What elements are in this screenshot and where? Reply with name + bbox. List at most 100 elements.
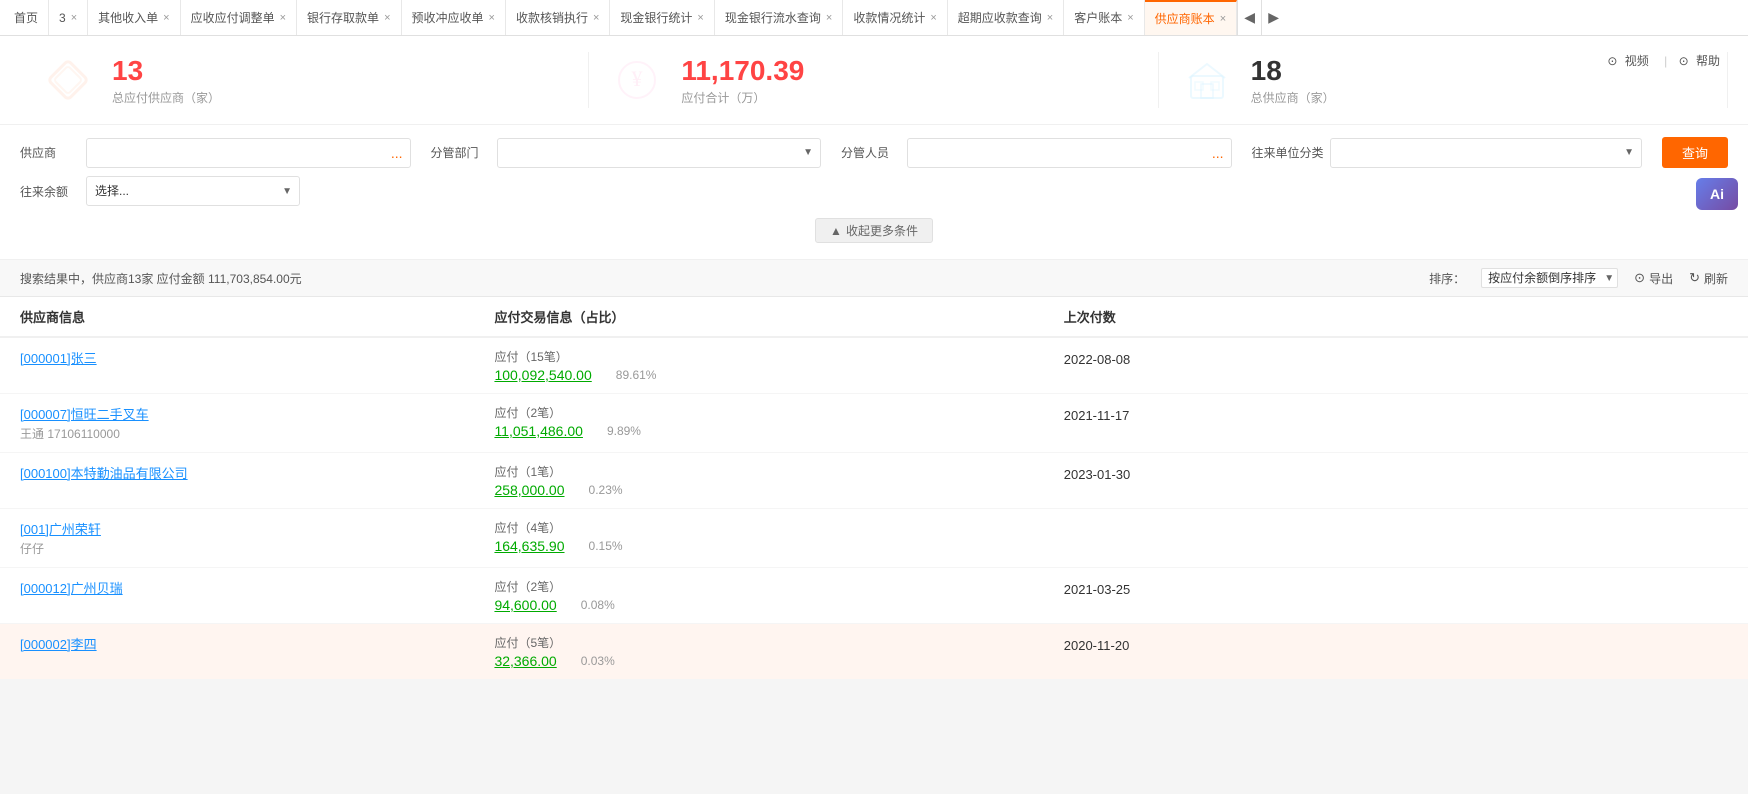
row-2-contact: 王通 17106110000 <box>20 425 494 442</box>
nav-right-arrow[interactable]: ▶ <box>1261 0 1285 36</box>
nav-tab-bank-deposit-close[interactable]: × <box>384 12 390 24</box>
nav-tab-3[interactable]: 3 × <box>49 0 88 36</box>
nav-tab-other-income[interactable]: 其他收入单 × <box>88 0 180 36</box>
row-5-transaction-info: 应付（2笔） 94,600.00 0.08% <box>494 578 1063 613</box>
nav-tab-prepay-offset-label: 预收冲应收单 <box>412 9 484 26</box>
row-1-last-payment: 2022-08-08 <box>1064 348 1444 367</box>
row-2-transaction-info: 应付（2笔） 11,051,486.00 9.89% <box>494 404 1063 439</box>
nav-tab-customer-ledger-close[interactable]: × <box>1127 12 1133 24</box>
row-1-trans-amount[interactable]: 100,092,540.00 <box>494 367 591 383</box>
nav-tab-ar-ap-adj[interactable]: 应收应付调整单 × <box>181 0 297 36</box>
summary-card-payable-suppliers: 13 总应付供应商（家） <box>20 52 589 108</box>
person-dots-btn[interactable]: ... <box>1212 145 1224 161</box>
dept-filter-label: 分管部门 <box>431 144 491 161</box>
nav-tab-cash-bank-stat[interactable]: 现金银行统计 × <box>610 0 714 36</box>
nav-tab-payment-exec-label: 收款核销执行 <box>516 9 588 26</box>
nav-tab-recv-stat-close[interactable]: × <box>930 12 936 24</box>
row-1-transaction-info: 应付（15笔） 100,092,540.00 89.61% <box>494 348 1063 383</box>
nav-tab-payment-exec-close[interactable]: × <box>593 12 599 24</box>
row-1-supplier-link[interactable]: [000001]张三 <box>20 351 97 366</box>
payable-total-info: 11,170.39 应付合计（万） <box>681 54 804 107</box>
row-3-trans-amount[interactable]: 258,000.00 <box>494 482 564 498</box>
refresh-label: 刷新 <box>1704 270 1728 287</box>
help-links: ⊙ 视频 | ⊙ 帮助 <box>1603 52 1728 69</box>
nav-tab-payment-exec[interactable]: 收款核销执行 × <box>506 0 610 36</box>
row-6-trans-label: 应付（5笔） <box>494 634 1063 651</box>
collapse-bar: ▲ 收起更多条件 <box>20 214 1728 247</box>
row-6-trans-amount[interactable]: 32,366.00 <box>494 653 556 669</box>
collapse-button[interactable]: ▲ 收起更多条件 <box>815 218 933 243</box>
nav-tab-3-close[interactable]: × <box>71 12 77 24</box>
nav-tab-customer-ledger[interactable]: 客户账本 × <box>1064 0 1144 36</box>
supplier-dots-btn[interactable]: ... <box>391 145 403 161</box>
filter-row-2: 往来余额 选择... ▼ <box>20 176 1728 206</box>
nav-tab-prepay-offset[interactable]: 预收冲应收单 × <box>402 0 506 36</box>
summary-bar: 13 总应付供应商（家） ¥ 11,170.39 应付合计（万） <box>0 36 1748 125</box>
nav-tab-overdue-query-close[interactable]: × <box>1047 12 1053 24</box>
row-4-supplier-link[interactable]: [001]广州荣轩 <box>20 522 101 537</box>
row-3-supplier-link[interactable]: [000100]本特勤油品有限公司 <box>20 466 188 481</box>
query-button[interactable]: 查询 <box>1662 137 1728 168</box>
row-1-trans-percent: 89.61% <box>616 368 657 382</box>
refresh-button[interactable]: ↻ 刷新 <box>1689 270 1728 287</box>
export-icon: ⊙ <box>1634 270 1645 286</box>
nav-tab-recv-stat[interactable]: 收款情况统计 × <box>843 0 947 36</box>
filter-supplier: 供应商 ... <box>20 138 411 168</box>
collapse-label: 收起更多条件 <box>846 222 918 239</box>
row-2-trans-amount[interactable]: 11,051,486.00 <box>494 423 583 439</box>
row-6-transaction-info: 应付（5笔） 32,366.00 0.03% <box>494 634 1063 669</box>
row-6-supplier-link[interactable]: [000002]李四 <box>20 637 97 652</box>
row-5-supplier-info: [000012]广州贝瑞 <box>20 578 494 597</box>
help-link[interactable]: ⊙ 帮助 <box>1679 54 1724 68</box>
video-link[interactable]: ⊙ 视频 <box>1607 54 1652 68</box>
payable-suppliers-number: 13 <box>112 54 220 88</box>
row-1-trans-label: 应付（15笔） <box>494 348 1063 365</box>
row-6-supplier-info: [000002]李四 <box>20 634 494 653</box>
row-3-transaction-info: 应付（1笔） 258,000.00 0.23% <box>494 463 1063 498</box>
nav-tab-overdue-query[interactable]: 超期应收款查询 × <box>948 0 1064 36</box>
total-suppliers-number: 18 <box>1251 54 1335 88</box>
nav-tab-customer-ledger-label: 客户账本 <box>1074 9 1122 26</box>
total-suppliers-info: 18 总供应商（家） <box>1251 54 1335 107</box>
balance-select[interactable]: 选择... <box>86 176 300 206</box>
dept-select-wrapper: ▼ <box>497 138 822 168</box>
nav-tab-prepay-offset-close[interactable]: × <box>489 12 495 24</box>
row-5-trans-amount[interactable]: 94,600.00 <box>494 597 556 613</box>
nav-tab-bank-deposit[interactable]: 银行存取款单 × <box>297 0 401 36</box>
separator: | <box>1664 54 1667 68</box>
nav-tab-home[interactable]: 首页 <box>4 0 49 36</box>
nav-tab-cash-bank-stat-close[interactable]: × <box>697 12 703 24</box>
person-input[interactable] <box>907 138 1232 168</box>
balance-filter-label: 往来余额 <box>20 183 80 200</box>
row-4-last-payment <box>1064 519 1444 523</box>
export-button[interactable]: ⊙ 导出 <box>1634 270 1673 287</box>
row-2-supplier-link[interactable]: [000007]恒旺二手叉车 <box>20 407 149 422</box>
row-4-trans-label: 应付（4笔） <box>494 519 1063 536</box>
col-header-supplier: 供应商信息 <box>20 307 494 326</box>
store-icon <box>1179 52 1235 108</box>
nav-tab-cash-flow-query[interactable]: 现金银行流水查询 × <box>715 0 843 36</box>
filter-balance: 往来余额 选择... ▼ <box>20 176 300 206</box>
category-select[interactable] <box>1330 138 1642 168</box>
row-4-transaction-info: 应付（4笔） 164,635.90 0.15% <box>494 519 1063 554</box>
row-1-supplier-info: [000001]张三 <box>20 348 494 367</box>
ai-button[interactable]: Ai <box>1696 178 1738 210</box>
filter-dept: 分管部门 ▼ <box>431 138 822 168</box>
nav-tab-supplier-ledger[interactable]: 供应商账本 × <box>1145 0 1237 36</box>
nav-tab-ar-ap-adj-close[interactable]: × <box>280 12 286 24</box>
sort-select[interactable]: 按应付余额倒序排序 <box>1481 268 1618 288</box>
nav-tab-supplier-ledger-close[interactable]: × <box>1220 13 1226 25</box>
supplier-input[interactable] <box>86 138 411 168</box>
payable-suppliers-info: 13 总应付供应商（家） <box>112 54 220 107</box>
person-input-wrapper: ... <box>907 138 1232 168</box>
dept-select[interactable] <box>497 138 822 168</box>
row-4-trans-amount[interactable]: 164,635.90 <box>494 538 564 554</box>
nav-left-arrow[interactable]: ◀ <box>1237 0 1261 36</box>
nav-tab-cash-flow-query-close[interactable]: × <box>826 12 832 24</box>
row-2-supplier-code: [000007]恒旺二手叉车 <box>20 407 149 422</box>
result-bar-right: 排序： 按应付余额倒序排序 ▼ ⊙ 导出 ↻ 刷新 <box>1429 268 1728 288</box>
nav-tab-supplier-ledger-label: 供应商账本 <box>1155 10 1215 27</box>
table-row: [000007]恒旺二手叉车 王通 17106110000 应付（2笔） 11,… <box>0 394 1748 453</box>
nav-tab-other-income-close[interactable]: × <box>163 12 169 24</box>
row-5-supplier-link[interactable]: [000012]广州贝瑞 <box>20 581 123 596</box>
